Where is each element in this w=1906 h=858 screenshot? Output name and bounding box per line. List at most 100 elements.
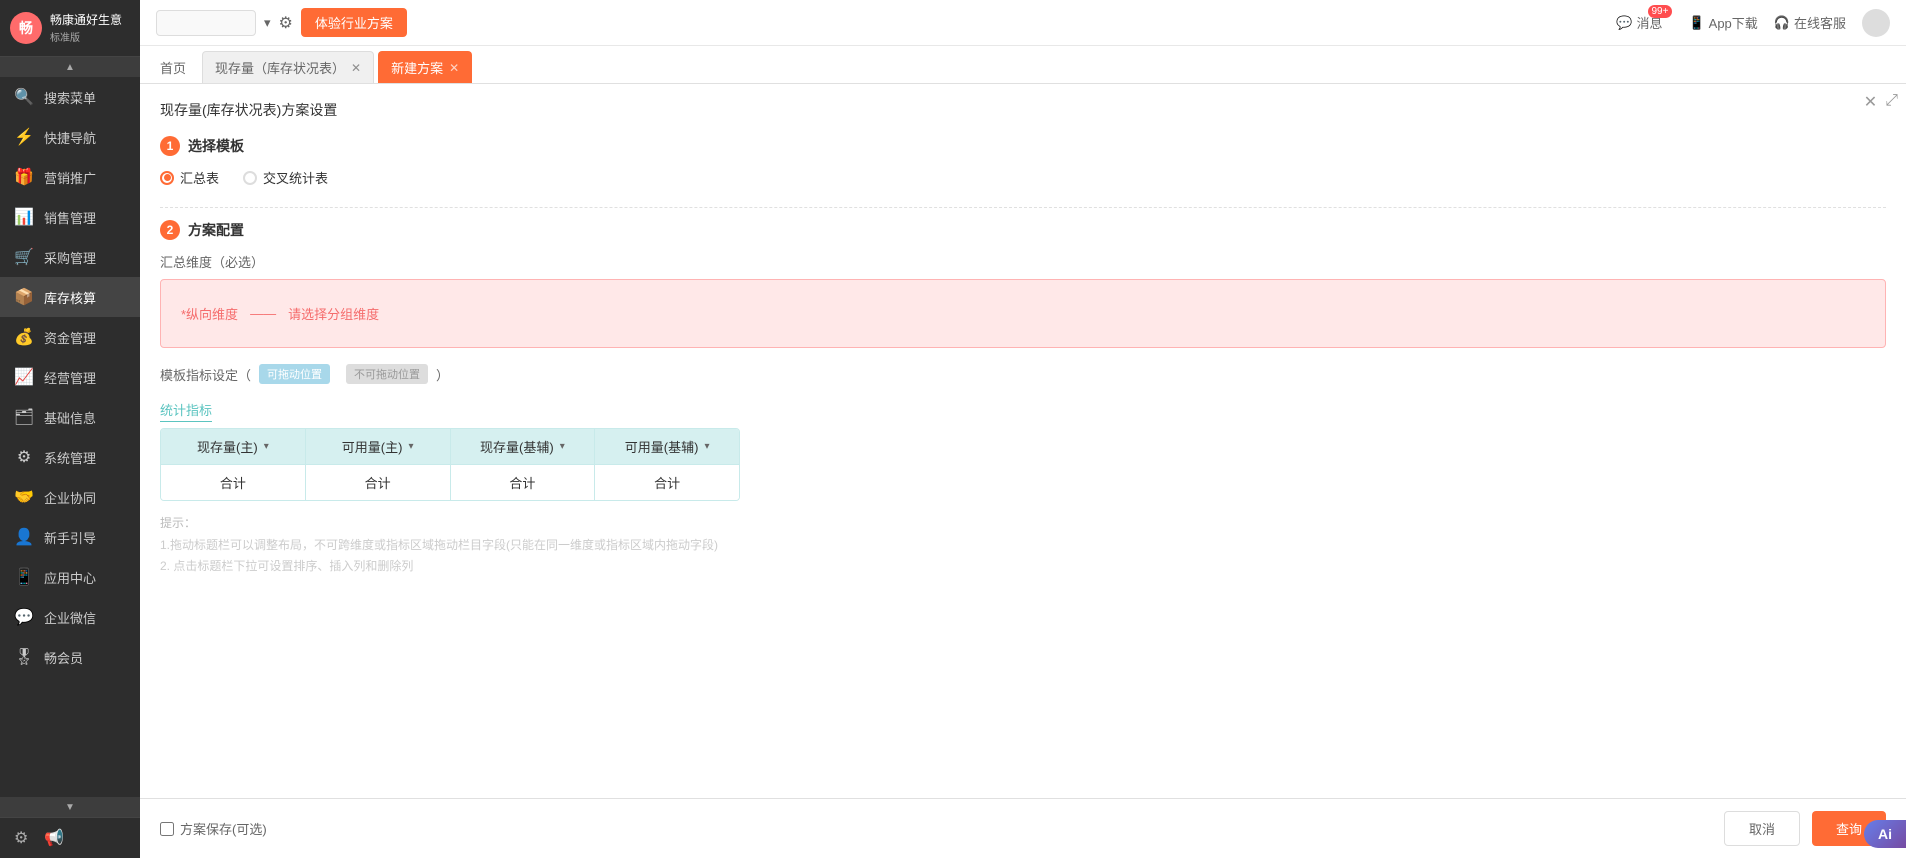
app-download-icon: 📱 (1688, 15, 1704, 31)
headset-icon: 🎧 (1774, 15, 1790, 31)
sidebar-item-label: 资金管理 (44, 328, 96, 347)
inventory-icon: 📦 (14, 287, 34, 307)
tab-home-label: 首页 (160, 58, 186, 77)
topbar-right: 💬 消息 99+ 📱 App下载 🎧 在线客服 (1616, 9, 1890, 37)
radio-crosstab[interactable]: 交叉统计表 (243, 168, 328, 187)
radio-crosstab-indicator (243, 171, 257, 185)
indicator-label-suffix: ） (436, 365, 449, 384)
radio-summary-indicator (160, 171, 174, 185)
no-drag-badge: 不可拖动位置 (346, 364, 428, 384)
sidebar-item-label: 经营管理 (44, 368, 96, 387)
stats-body-cell-1: 合计 (306, 465, 451, 500)
footer-gear-icon[interactable]: ⚙ (14, 828, 28, 848)
sidebar-scroll-up[interactable]: ▲ (0, 57, 140, 77)
topbar-gear-icon[interactable]: ⚙ (279, 13, 293, 33)
tabs-bar: 首页 现存量（库存状况表） ✕ 新建方案 ✕ (140, 46, 1906, 84)
radio-summary-table[interactable]: 汇总表 (160, 168, 219, 187)
stats-col-0-label: 现存量(主) (197, 437, 258, 456)
stats-body-0-value: 合计 (220, 473, 246, 492)
online-service-button[interactable]: 🎧 在线客服 (1774, 13, 1846, 32)
sidebar-item-label: 企业协同 (44, 488, 96, 507)
sidebar-item-search[interactable]: 🔍 搜索菜单 (0, 77, 140, 117)
marketing-icon: 🎁 (14, 167, 34, 187)
cancel-button[interactable]: 取消 (1724, 811, 1800, 846)
indicator-label: 模板指标设定（ 可拖动位置 不可拖动位置 ） (160, 364, 1886, 384)
stats-body-cell-2: 合计 (451, 465, 596, 500)
sidebar-item-label: 采购管理 (44, 248, 96, 267)
sidebar-item-basicinfo[interactable]: 🗂 基础信息 (0, 397, 140, 437)
stats-body-cell-0: 合计 (161, 465, 306, 500)
save-option: 方案保存(可选) (160, 819, 267, 838)
step2-section: 2 方案配置 汇总维度（必选） *纵向维度 —— 请选择分组维度 模板指标设定（ (160, 220, 1886, 578)
tab-inventory-close[interactable]: ✕ (351, 61, 361, 75)
topbar-search-input[interactable] (156, 10, 256, 36)
topbar-dropdown-icon[interactable]: ▾ (264, 15, 271, 31)
content-area: ✕ ⤢ 现存量(库存状况表)方案设置 1 选择模板 汇总表 交叉统 (140, 84, 1906, 858)
tab-inventory-label: 现存量（库存状况表） (215, 58, 345, 77)
app-version: 标准版 (50, 29, 122, 44)
sidebar-item-sales[interactable]: 📊 销售管理 (0, 197, 140, 237)
stats-col-3-dropdown[interactable]: ▾ (704, 441, 709, 452)
tab-home[interactable]: 首页 (148, 51, 198, 83)
stats-col-0-dropdown[interactable]: ▾ (264, 441, 269, 452)
step2-title: 方案配置 (188, 220, 244, 240)
stats-body-row: 合计 合计 合计 合计 (161, 464, 739, 500)
topbar-left: ▾ ⚙ 体验行业方案 (156, 8, 1604, 37)
sidebar-item-collab[interactable]: 🤝 企业协同 (0, 477, 140, 517)
summary-dimension-label: 汇总维度（必选） (160, 252, 1886, 271)
save-checkbox[interactable] (160, 822, 174, 836)
stats-col-1-dropdown[interactable]: ▾ (408, 441, 413, 452)
sidebar-item-appcenter[interactable]: 📱 应用中心 (0, 557, 140, 597)
panel-expand-button[interactable]: ⤢ (1885, 92, 1898, 112)
stats-col-1-label: 可用量(主) (342, 437, 403, 456)
basicinfo-icon: 🗂 (14, 407, 34, 427)
stats-title: 统计指标 (160, 400, 212, 422)
tab-new-plan[interactable]: 新建方案 ✕ (378, 51, 472, 83)
finance-icon: 💰 (14, 327, 34, 347)
stats-col-2-dropdown[interactable]: ▾ (560, 441, 565, 452)
step2-header: 2 方案配置 (160, 220, 1886, 240)
radio-crosstab-label: 交叉统计表 (263, 168, 328, 187)
sidebar-item-marketing[interactable]: 🎁 营销推广 (0, 157, 140, 197)
sidebar-item-purchase[interactable]: 🛒 采购管理 (0, 237, 140, 277)
sidebar-scroll-down[interactable]: ▼ (0, 797, 140, 817)
save-label: 方案保存(可选) (180, 819, 267, 838)
sidebar-item-system[interactable]: ⚙ 系统管理 (0, 437, 140, 477)
stats-body-1-value: 合计 (365, 473, 391, 492)
sidebar-item-label: 畅会员 (44, 648, 83, 667)
tab-inventory[interactable]: 现存量（库存状况表） ✕ (202, 51, 374, 83)
user-avatar[interactable] (1862, 9, 1890, 37)
sales-icon: 📊 (14, 207, 34, 227)
sidebar-item-quicknav[interactable]: ⚡ 快捷导航 (0, 117, 140, 157)
stats-col-2-label: 现存量(基辅) (480, 437, 554, 456)
stats-header-cell-0[interactable]: 现存量(主) ▾ (161, 429, 306, 464)
dimension-inner: *纵向维度 —— 请选择分组维度 (181, 304, 1865, 323)
stats-header-cell-2[interactable]: 现存量(基辅) ▾ (451, 429, 596, 464)
sidebar-item-member[interactable]: 🎖 畅会员 (0, 637, 140, 677)
sidebar-item-inventory[interactable]: 📦 库存核算 (0, 277, 140, 317)
sidebar-item-guide[interactable]: 👤 新手引导 (0, 517, 140, 557)
dimension-placeholder-text[interactable]: 请选择分组维度 (288, 304, 379, 323)
tab-new-plan-close[interactable]: ✕ (449, 61, 459, 75)
indicator-settings: 模板指标设定（ 可拖动位置 不可拖动位置 ） (160, 364, 1886, 384)
sidebar-item-wechat[interactable]: 💬 企业微信 (0, 597, 140, 637)
message-button[interactable]: 💬 消息 99+ (1616, 13, 1662, 32)
stats-header-cell-3[interactable]: 可用量(基辅) ▾ (595, 429, 739, 464)
tips-section: 提示： 1.拖动标题栏可以调整布局，不可跨维度或指标区域拖动栏目字段(只能在同一… (160, 513, 1886, 578)
trial-industry-button[interactable]: 体验行业方案 (301, 8, 407, 37)
panel-close-button[interactable]: ✕ (1864, 92, 1877, 112)
footer-speaker-icon[interactable]: 📢 (44, 828, 64, 848)
indicator-label-prefix: 模板指标设定（ (160, 365, 251, 384)
stats-header-cell-1[interactable]: 可用量(主) ▾ (306, 429, 451, 464)
sidebar-item-operations[interactable]: 📈 经营管理 (0, 357, 140, 397)
member-icon: 🎖 (14, 647, 34, 667)
ai-badge[interactable]: Ai (1864, 820, 1906, 848)
footer-buttons: 取消 查询 (1724, 811, 1886, 846)
app-name-block: 畅康通好生意 标准版 (50, 12, 122, 44)
sidebar-item-finance[interactable]: 💰 资金管理 (0, 317, 140, 357)
sidebar-item-label: 基础信息 (44, 408, 96, 427)
step1-header: 1 选择模板 (160, 136, 1886, 156)
app-download-button[interactable]: 📱 App下载 (1688, 13, 1757, 32)
step1-section: 1 选择模板 汇总表 交叉统计表 (160, 136, 1886, 187)
main-area: ▾ ⚙ 体验行业方案 💬 消息 99+ 📱 App下载 🎧 在线客服 首页 (140, 0, 1906, 858)
